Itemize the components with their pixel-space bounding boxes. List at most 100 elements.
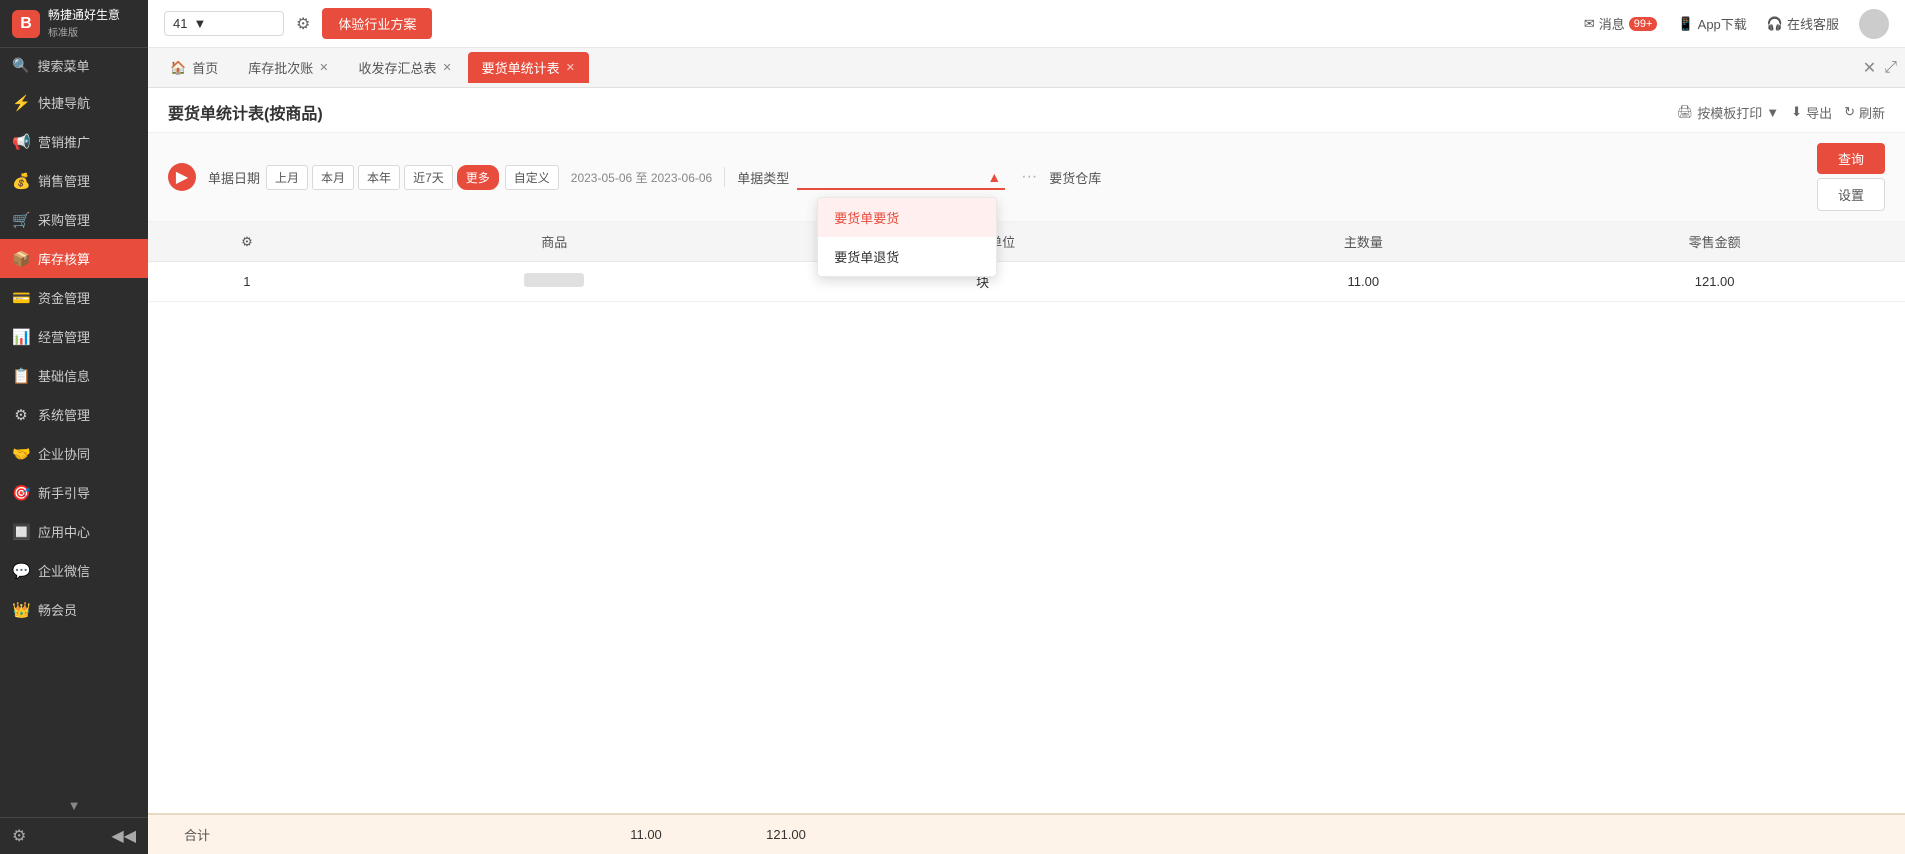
app-download-button[interactable]: 📱 App下载 — [1677, 14, 1746, 33]
cell-retail-amount: 121.00 — [1524, 262, 1905, 302]
sidebar: B 畅捷通好生意 标准版 🔍 搜索菜单 ⚡ 快捷导航 📢 营销推广 💰 销售管理… — [0, 0, 148, 854]
finance-icon: 💳 — [12, 289, 30, 307]
sidebar-scroll-down[interactable]: ▼ — [0, 794, 148, 817]
topbar-gear-icon[interactable]: ⚙ — [296, 14, 310, 34]
members-icon: 👑 — [12, 601, 30, 619]
filter-settings-button[interactable]: 设置 — [1817, 178, 1885, 211]
table-header-row: ⚙ 商品 主计量单位 主数量 零售金额 — [148, 222, 1905, 262]
table-footer: 合计 11.00 121.00 — [148, 813, 1905, 854]
sidebar-item-basic-info[interactable]: 📋 基础信息 — [0, 356, 148, 395]
sidebar-item-quick-nav[interactable]: ⚡ 快捷导航 — [0, 83, 148, 122]
table-container: ⚙ 商品 主计量单位 主数量 零售金额 — [148, 222, 1905, 813]
sidebar-item-inventory[interactable]: 📦 库存核算 — [0, 239, 148, 278]
col-settings-icon[interactable]: ⚙ — [148, 222, 346, 262]
export-button[interactable]: ⬇ 导出 — [1791, 103, 1832, 122]
sidebar-item-enterprise[interactable]: 🤝 企业协同 — [0, 434, 148, 473]
footer-total-label: 合计 — [168, 825, 226, 844]
cell-quantity: 11.00 — [1202, 262, 1524, 302]
col-quantity: 主数量 — [1202, 222, 1524, 262]
filter-bar: ▶ 单据日期 上月 本月 本年 近7天 更多 自定义 2023-05-06 至 … — [148, 133, 1905, 222]
enterprise-icon: 🤝 — [12, 445, 30, 463]
home-icon: 🏠 — [170, 60, 186, 76]
tab-inventory-batch[interactable]: 库存批次账 ✕ — [234, 52, 342, 83]
tabs-maximize-icon[interactable]: ⤢ — [1884, 59, 1897, 77]
user-avatar[interactable] — [1859, 9, 1889, 39]
tab-close-order-stats[interactable]: ✕ — [566, 61, 575, 74]
message-icon: ✉ — [1584, 16, 1595, 32]
dropdown-item-order-purchase[interactable]: 要货单要货 — [818, 198, 996, 237]
date-btn-this-year[interactable]: 本年 — [358, 165, 400, 190]
basic-info-icon: 📋 — [12, 367, 30, 385]
page-header: 要货单统计表(按商品) 🖨 按模板打印 ▼ ⬇ 导出 ↻ 刷新 — [148, 88, 1905, 133]
inventory-icon: 📦 — [12, 250, 30, 268]
date-btn-last-month[interactable]: 上月 — [266, 165, 308, 190]
type-filter-input[interactable] — [797, 165, 1005, 190]
tab-home[interactable]: 🏠 首页 — [156, 52, 232, 83]
tab-order-stats[interactable]: 要货单统计表 ✕ — [468, 52, 589, 83]
messages-badge: 99+ — [1629, 17, 1658, 31]
app-logo: B 畅捷通好生意 标准版 — [0, 0, 148, 48]
quick-nav-icon: ⚡ — [12, 94, 30, 112]
footer-quantity: 11.00 — [606, 827, 686, 842]
main-content: 41 ▼ ⚙ 体验行业方案 ✉ 消息 99+ 📱 App下载 🎧 在线客服 — [148, 0, 1905, 854]
settings-icon[interactable]: ⚙ — [12, 826, 26, 846]
data-table: ⚙ 商品 主计量单位 主数量 零售金额 — [148, 222, 1905, 302]
tab-receivable-summary[interactable]: 收发存汇总表 ✕ — [344, 52, 465, 83]
warehouse-filter-label: 要货仓库 — [1049, 168, 1101, 187]
refresh-button[interactable]: ↻ 刷新 — [1844, 103, 1885, 122]
operations-icon: 📊 — [12, 328, 30, 346]
tab-close-inventory-batch[interactable]: ✕ — [319, 61, 328, 74]
sidebar-item-guide[interactable]: 🎯 新手引导 — [0, 473, 148, 512]
sales-icon: 💰 — [12, 172, 30, 190]
marketing-icon: 📢 — [12, 133, 30, 151]
sidebar-item-purchase[interactable]: 🛒 采购管理 — [0, 200, 148, 239]
sidebar-item-operations[interactable]: 📊 经营管理 — [0, 317, 148, 356]
company-selector[interactable]: 41 ▼ — [164, 11, 284, 36]
messages-button[interactable]: ✉ 消息 99+ — [1584, 14, 1658, 33]
sidebar-item-system[interactable]: ⚙ 系统管理 — [0, 395, 148, 434]
topbar-left: 41 ▼ ⚙ 体验行业方案 — [164, 8, 432, 39]
content-area: 要货单统计表(按商品) 🖨 按模板打印 ▼ ⬇ 导出 ↻ 刷新 ▶ — [148, 88, 1905, 854]
sidebar-item-finance[interactable]: 💳 资金管理 — [0, 278, 148, 317]
sidebar-item-sales[interactable]: 💰 销售管理 — [0, 161, 148, 200]
table-row: 1 块 11.00 121.00 — [148, 262, 1905, 302]
dropdown-item-order-return[interactable]: 要货单退货 — [818, 237, 996, 276]
sidebar-search[interactable]: 🔍 搜索菜单 — [0, 48, 148, 83]
type-dropdown: 要货单要货 要货单退货 — [817, 197, 997, 277]
online-service-button[interactable]: 🎧 在线客服 — [1767, 14, 1839, 33]
date-btn-this-month[interactable]: 本月 — [312, 165, 354, 190]
purchase-icon: 🛒 — [12, 211, 30, 229]
cell-product — [346, 262, 763, 302]
print-template-button[interactable]: 🖨 按模板打印 ▼ — [1677, 103, 1779, 122]
filter-more-options-icon[interactable]: ··· — [1021, 168, 1037, 186]
filter-expand-button[interactable]: ▶ — [168, 163, 196, 191]
type-chevron-icon[interactable]: ▲ — [987, 169, 1001, 185]
sidebar-item-members[interactable]: 👑 畅会员 — [0, 590, 148, 629]
service-icon: 🎧 — [1767, 16, 1783, 32]
sidebar-item-wechat[interactable]: 💬 企业微信 — [0, 551, 148, 590]
industry-solution-button[interactable]: 体验行业方案 — [322, 8, 432, 39]
print-chevron-icon: ▼ — [1766, 105, 1779, 120]
filter-action-buttons: 查询 设置 — [1817, 143, 1885, 211]
query-button[interactable]: 查询 — [1817, 143, 1885, 174]
app-center-icon: 🔲 — [12, 523, 30, 541]
sidebar-item-marketing[interactable]: 📢 营销推广 — [0, 122, 148, 161]
topbar-right: ✉ 消息 99+ 📱 App下载 🎧 在线客服 — [1584, 9, 1889, 39]
date-btn-last-7-days[interactable]: 近7天 — [404, 165, 453, 190]
date-btn-more[interactable]: 更多 — [457, 165, 499, 190]
footer-retail-amount: 121.00 — [746, 827, 826, 842]
refresh-icon: ↻ — [1844, 104, 1855, 120]
tab-close-receivable-summary[interactable]: ✕ — [442, 61, 451, 74]
tabs-close-all-icon[interactable]: ✕ — [1863, 58, 1876, 78]
sidebar-item-app-center[interactable]: 🔲 应用中心 — [0, 512, 148, 551]
collapse-icon[interactable]: ◀◀ — [111, 826, 136, 846]
tabs-right-controls: ✕ ⤢ — [1863, 58, 1897, 78]
footer-values: 11.00 121.00 — [226, 827, 826, 842]
page-actions: 🖨 按模板打印 ▼ ⬇ 导出 ↻ 刷新 — [1677, 103, 1885, 122]
date-filter-label: 单据日期 — [208, 168, 260, 187]
date-shortcuts: 上月 本月 本年 近7天 更多 — [266, 165, 499, 190]
print-icon: 🖨 — [1677, 104, 1694, 120]
guide-icon: 🎯 — [12, 484, 30, 502]
date-custom-button[interactable]: 自定义 — [505, 165, 559, 190]
logo-icon: B — [12, 10, 40, 38]
